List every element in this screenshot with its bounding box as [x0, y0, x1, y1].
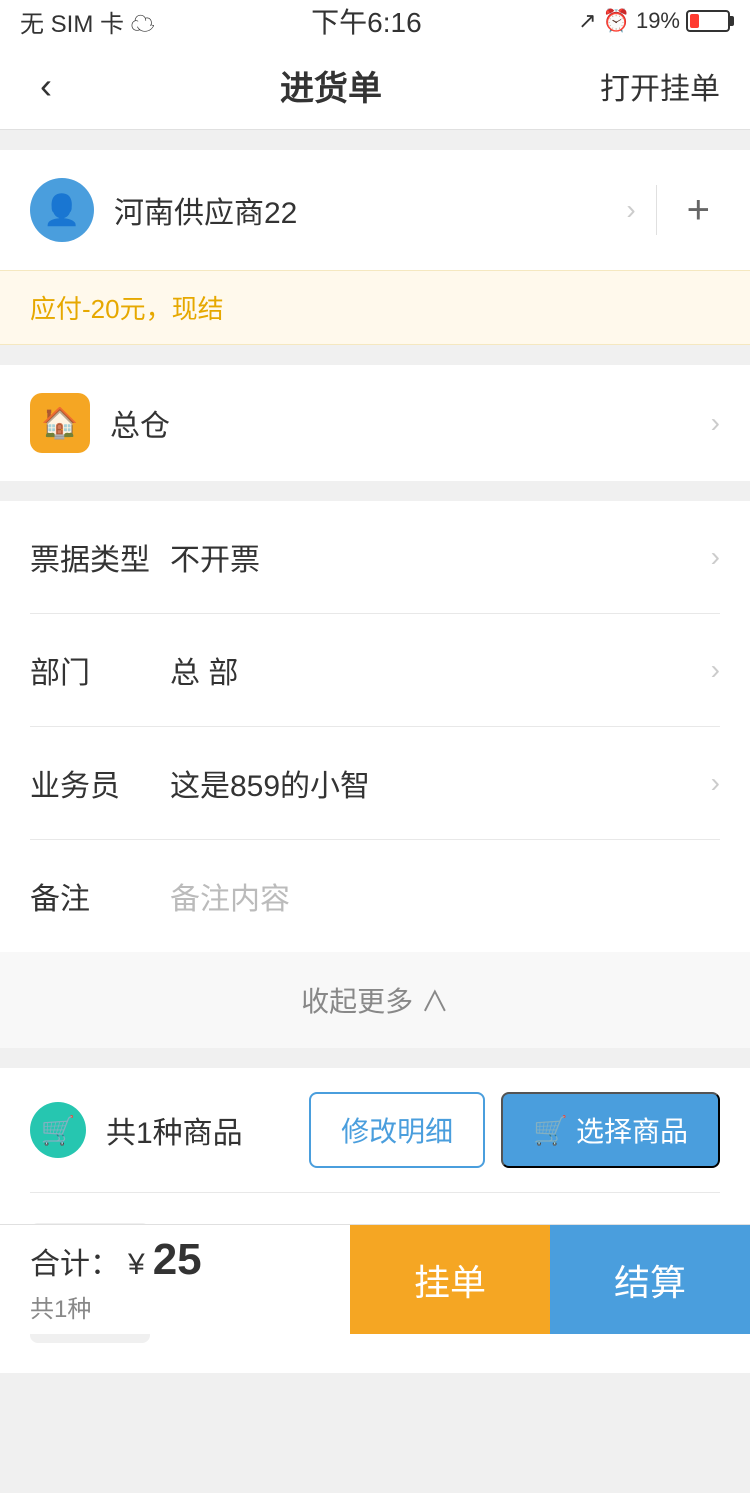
house-icon: 🏠 — [41, 406, 78, 441]
bottom-bar: 合计： ¥ 25 共1种 挂单 结算 — [0, 1224, 750, 1334]
supplier-arrow-icon: › — [626, 194, 635, 226]
supplier-name: 河南供应商22 — [114, 188, 626, 232]
gap-2 — [0, 345, 750, 365]
warehouse-name: 总仓 — [110, 401, 711, 445]
dept-arrow-icon: › — [711, 654, 720, 686]
warehouse-arrow-icon: › — [711, 407, 720, 439]
vertical-divider — [656, 185, 657, 235]
total-amount: 25 — [153, 1235, 202, 1285]
cart-icon: 🛒 — [41, 1114, 76, 1147]
remark-input[interactable]: 备注内容 — [150, 874, 720, 918]
status-left: 无 SIM 卡 ☁ — [20, 4, 155, 39]
status-bar: 无 SIM 卡 ☁ 下午6:16 ↗ ⏰ 19% — [0, 0, 750, 42]
battery-icon — [686, 10, 730, 32]
supplier-section: 👤 河南供应商22 › + 应付-20元，现结 — [0, 150, 750, 345]
sim-label: 无 SIM 卡 ☁ — [20, 4, 155, 39]
invoice-value: 不开票 — [150, 535, 711, 579]
bottom-summary: 合计： ¥ 25 共1种 — [0, 1225, 350, 1334]
checkout-button-label: 结算 — [614, 1254, 686, 1306]
supplier-avatar: 👤 — [30, 178, 94, 242]
staff-label: 业务员 — [30, 761, 150, 805]
invoice-label: 票据类型 — [30, 535, 150, 579]
remark-label: 备注 — [30, 874, 150, 918]
select-product-button[interactable]: 🛒 选择商品 — [501, 1092, 720, 1168]
gap-3 — [0, 481, 750, 501]
products-count: 共1种商品 — [106, 1108, 309, 1152]
add-supplier-button[interactable]: + — [677, 188, 720, 233]
dept-value: 总 部 — [150, 648, 711, 692]
item-count: 共1种 — [30, 1289, 320, 1324]
products-header: 🛒 共1种商品 修改明细 🛒 选择商品 — [0, 1068, 750, 1192]
avatar-icon: 👤 — [43, 193, 80, 228]
total-label: 合计： — [30, 1239, 120, 1283]
status-time: 下午6:16 — [311, 1, 422, 41]
total-row: 合计： ¥ 25 — [30, 1235, 320, 1285]
gap-1 — [0, 130, 750, 150]
info-banner: 应付-20元，现结 — [0, 270, 750, 345]
select-product-icon: 🛒 — [533, 1114, 568, 1147]
invoice-arrow-icon: › — [711, 541, 720, 573]
select-product-label: 选择商品 — [576, 1110, 688, 1150]
alarm-icon: ⏰ — [603, 8, 630, 34]
remark-row[interactable]: 备注 备注内容 — [0, 840, 750, 952]
invoice-row[interactable]: 票据类型 不开票 › — [0, 501, 750, 613]
nav-bar: ‹ 进货单 打开挂单 — [0, 42, 750, 130]
products-icon: 🛒 — [30, 1102, 86, 1158]
dept-row[interactable]: 部门 总 部 › — [0, 614, 750, 726]
edit-detail-button[interactable]: 修改明细 — [309, 1092, 485, 1168]
open-hang-button[interactable]: 打开挂单 — [600, 64, 720, 108]
hang-button-label: 挂单 — [414, 1254, 486, 1306]
battery-percent: 19% — [636, 8, 680, 34]
supplier-row[interactable]: 👤 河南供应商22 › + — [0, 150, 750, 270]
form-section: 票据类型 不开票 › 部门 总 部 › 业务员 这是859的小智 › 备注 备注… — [0, 501, 750, 952]
dept-label: 部门 — [30, 648, 150, 692]
hang-order-button[interactable]: 挂单 — [350, 1225, 550, 1334]
back-button[interactable]: ‹ — [30, 55, 62, 117]
warehouse-row[interactable]: 🏠 总仓 › — [0, 365, 750, 481]
status-right: ↗ ⏰ 19% — [578, 8, 730, 34]
page-title: 进货单 — [280, 61, 382, 110]
staff-value: 这是859的小智 — [150, 761, 711, 805]
staff-row[interactable]: 业务员 这是859的小智 › — [0, 727, 750, 839]
staff-arrow-icon: › — [711, 767, 720, 799]
checkout-button[interactable]: 结算 — [550, 1225, 750, 1334]
currency-symbol: ¥ — [128, 1248, 145, 1282]
location-icon: ↗ — [578, 8, 596, 34]
warehouse-icon: 🏠 — [30, 393, 90, 453]
warehouse-section: 🏠 总仓 › — [0, 365, 750, 481]
gap-4 — [0, 1048, 750, 1068]
collapse-button[interactable]: 收起更多 ∧ — [0, 952, 750, 1048]
